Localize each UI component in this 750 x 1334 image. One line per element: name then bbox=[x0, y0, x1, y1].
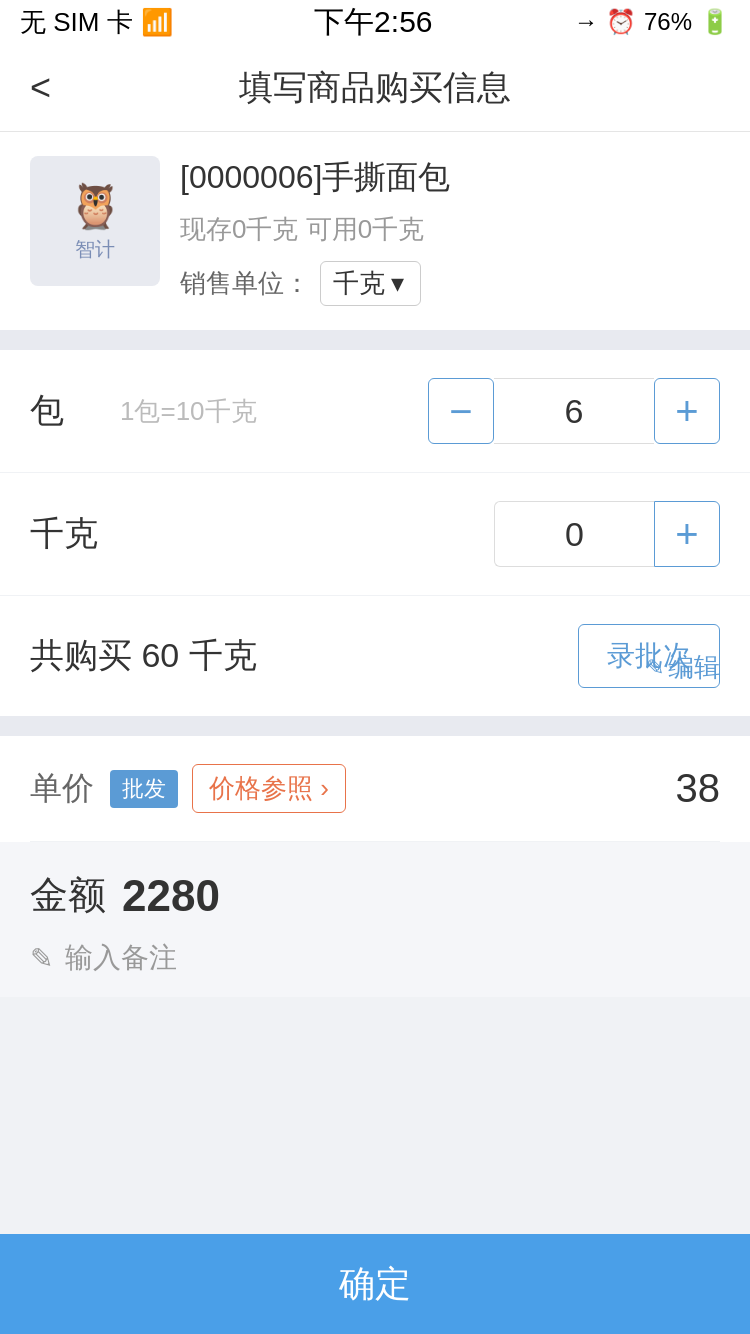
page-title: 填写商品购买信息 bbox=[239, 65, 511, 111]
bao-plus-button[interactable]: + bbox=[654, 378, 720, 444]
confirm-bar[interactable]: 确定 bbox=[0, 1234, 750, 1334]
product-stock: 现存0千克 可用0千克 bbox=[180, 212, 720, 247]
status-bar: 无 SIM 卡 📶 下午2:56 → ⏰ 76% 🔋 bbox=[0, 0, 750, 44]
price-tag: 批发 bbox=[110, 770, 178, 808]
unit-value: 千克 bbox=[333, 266, 385, 301]
price-row: 单价 批发 价格参照 › 38 bbox=[30, 764, 720, 842]
product-unit-row: 销售单位： 千克 ▾ bbox=[180, 261, 720, 306]
price-section: 单价 批发 价格参照 › 38 bbox=[0, 736, 750, 842]
bao-stepper: − + bbox=[428, 378, 720, 444]
edit-icon: ✎ bbox=[646, 654, 664, 680]
location-icon: → bbox=[574, 8, 598, 36]
total-row: 共购买 60 千克 录批次 bbox=[0, 596, 750, 716]
product-name: [0000006]手撕面包 bbox=[180, 156, 720, 200]
bao-input[interactable] bbox=[494, 378, 654, 444]
content: 🦉 智计 [0000006]手撕面包 现存0千克 可用0千克 销售单位： 千克 … bbox=[0, 132, 750, 1334]
wifi-icon: 📶 bbox=[141, 7, 173, 38]
status-left: 无 SIM 卡 📶 bbox=[20, 5, 173, 40]
separator-2 bbox=[0, 716, 750, 736]
status-time: 下午2:56 bbox=[314, 2, 432, 43]
pencil-icon: ✎ bbox=[30, 942, 53, 975]
kg-stepper: + bbox=[494, 501, 720, 567]
product-image-label: 智计 bbox=[75, 236, 115, 263]
separator-1 bbox=[0, 330, 750, 350]
amount-value: 2280 bbox=[122, 871, 220, 921]
kg-row: 千克 + bbox=[0, 473, 750, 596]
bao-hint: 1包=10千克 bbox=[120, 394, 428, 429]
nav-bar: < 填写商品购买信息 bbox=[0, 44, 750, 132]
bao-minus-button[interactable]: − bbox=[428, 378, 494, 444]
amount-label: 金额 bbox=[30, 870, 106, 921]
price-ref-button[interactable]: 价格参照 › bbox=[192, 764, 346, 813]
total-text: 共购买 60 千克 bbox=[30, 633, 257, 679]
alarm-icon: ⏰ bbox=[606, 8, 636, 36]
unit-select[interactable]: 千克 ▾ bbox=[320, 261, 421, 306]
remark-row[interactable]: ✎ 输入备注 bbox=[30, 939, 720, 977]
back-button[interactable]: < bbox=[20, 57, 61, 119]
bao-label: 包 bbox=[30, 388, 110, 434]
remark-placeholder: 输入备注 bbox=[65, 939, 177, 977]
signal-text: 无 SIM 卡 bbox=[20, 5, 133, 40]
battery-text: 76% bbox=[644, 8, 692, 36]
amount-row: 金额 2280 bbox=[30, 870, 720, 921]
product-info: [0000006]手撕面包 现存0千克 可用0千克 销售单位： 千克 ▾ bbox=[180, 156, 720, 306]
bao-row: 包 1包=10千克 − + bbox=[0, 350, 750, 473]
kg-input[interactable] bbox=[494, 501, 654, 567]
product-card: 🦉 智计 [0000006]手撕面包 现存0千克 可用0千克 销售单位： 千克 … bbox=[0, 132, 750, 330]
input-section: 包 1包=10千克 − + 千克 + bbox=[0, 350, 750, 596]
amount-section: 金额 2280 ✎ 输入备注 bbox=[0, 842, 750, 997]
chevron-down-icon: ▾ bbox=[391, 268, 404, 299]
kg-label: 千克 bbox=[30, 511, 110, 557]
battery-icon: 🔋 bbox=[700, 8, 730, 36]
kg-plus-button[interactable]: + bbox=[654, 501, 720, 567]
content-spacer bbox=[0, 997, 750, 1234]
status-right: → ⏰ 76% 🔋 bbox=[574, 8, 730, 36]
price-label: 单价 bbox=[30, 767, 94, 811]
confirm-text: 确定 bbox=[339, 1260, 411, 1309]
unit-label: 销售单位： bbox=[180, 266, 310, 301]
owl-icon: 🦉 bbox=[68, 180, 123, 232]
product-image: 🦉 智计 bbox=[30, 156, 160, 286]
price-value: 38 bbox=[676, 766, 721, 811]
edit-label: 编辑 bbox=[668, 650, 720, 685]
edit-button[interactable]: ✎ 编辑 bbox=[646, 650, 720, 685]
